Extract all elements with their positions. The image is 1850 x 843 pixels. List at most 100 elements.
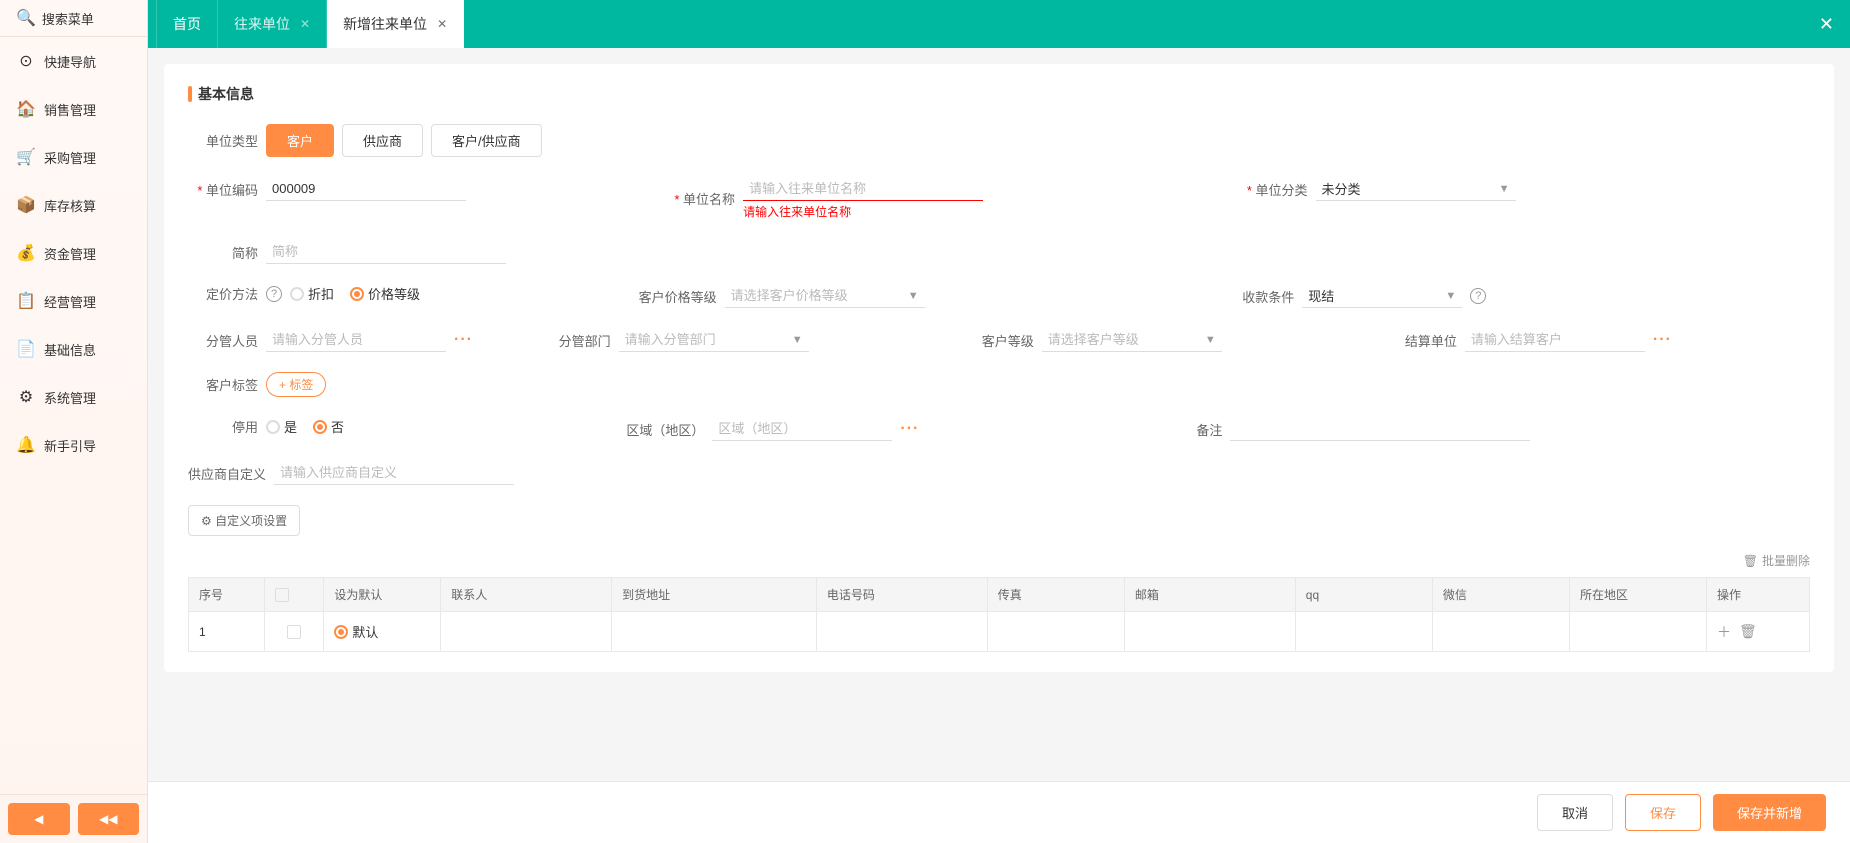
remark-input[interactable]: [1230, 417, 1530, 441]
search-icon: 🔍: [16, 8, 36, 28]
unit-name-input[interactable]: [743, 177, 983, 201]
cell-default: 默认: [324, 612, 441, 652]
disabled-label: 停用: [188, 417, 258, 436]
settlement-unit-input[interactable]: [1465, 328, 1645, 352]
row-default-radio-circle: [334, 625, 348, 639]
cell-qq: [1295, 612, 1432, 652]
manager-label: 分管人员: [188, 331, 258, 350]
unit-category-group: 单位分类 ▼: [1238, 177, 1810, 201]
region-more-btn[interactable]: ···: [900, 420, 919, 438]
supplier-custom-input[interactable]: [274, 461, 514, 485]
payment-terms-help-icon[interactable]: ?: [1470, 288, 1486, 304]
tab-partner-list[interactable]: 往来单位 ✕: [218, 0, 327, 48]
unit-name-label: 单位名称: [665, 189, 735, 208]
short-name-label: 简称: [188, 243, 258, 262]
disabled-radio-no-label: 否: [331, 417, 344, 436]
tab-partner-list-label: 往来单位: [234, 14, 290, 34]
close-window-btn[interactable]: ✕: [1811, 10, 1842, 39]
settlement-unit-more-btn[interactable]: ···: [1653, 331, 1672, 349]
table-row: 1 默认: [189, 612, 1810, 652]
cell-fax-input[interactable]: [998, 620, 1058, 643]
custom-settings-button[interactable]: ⚙ 自定义项设置: [188, 505, 300, 536]
tab-new-partner-close[interactable]: ✕: [437, 17, 447, 31]
disabled-radio-yes-circle: [266, 420, 280, 434]
manager-input[interactable]: [266, 328, 446, 352]
home-icon: ⊙: [16, 51, 36, 71]
unit-code-input[interactable]: [266, 177, 466, 201]
settlement-unit-label: 结算单位: [1387, 331, 1457, 350]
manager-group: 分管人员 ···: [188, 328, 541, 352]
remark-group: 备注: [1152, 417, 1810, 441]
region-input[interactable]: [712, 417, 892, 441]
customer-price-level-input[interactable]: [725, 284, 925, 308]
tab-home-label: 首页: [173, 14, 201, 34]
payment-terms-wrapper: ▼: [1302, 284, 1462, 308]
sidebar-collapse-btn[interactable]: ◀: [8, 803, 70, 835]
cell-address-input[interactable]: [622, 620, 722, 643]
sidebar-item-quick-nav[interactable]: ⊙ 快捷导航: [0, 37, 147, 85]
short-name-input[interactable]: [266, 240, 506, 264]
cell-email-input[interactable]: [1135, 620, 1215, 643]
row-default-radio: 默认: [334, 622, 430, 641]
pricing-method-group: 定价方法 ? 折扣 价格等级: [188, 284, 639, 303]
pricing-radio-discount[interactable]: 折扣: [290, 284, 334, 303]
sidebar-item-label: 采购管理: [44, 148, 96, 167]
sidebar-item-inventory[interactable]: 📦 库存核算: [0, 181, 147, 229]
sidebar-item-system[interactable]: ⚙ 系统管理: [0, 373, 147, 421]
add-tag-button[interactable]: + 标签: [266, 372, 326, 397]
sidebar-item-finance[interactable]: 💰 资金管理: [0, 229, 147, 277]
cell-phone-input[interactable]: [827, 620, 907, 643]
row-checkbox[interactable]: [287, 625, 301, 639]
sidebar-item-basic-info[interactable]: 📄 基础信息: [0, 325, 147, 373]
disabled-radio-yes[interactable]: 是: [266, 417, 297, 436]
unit-btn-supplier[interactable]: 供应商: [342, 124, 423, 157]
pricing-help-icon[interactable]: ?: [266, 286, 282, 302]
dept-input[interactable]: [619, 328, 809, 352]
save-new-button[interactable]: 保存并新增: [1713, 794, 1826, 831]
unit-category-input[interactable]: [1316, 177, 1516, 201]
manager-more-btn[interactable]: ···: [454, 331, 473, 349]
unit-name-error: 请输入往来单位名称: [743, 203, 983, 220]
unit-btn-customer[interactable]: 客户: [266, 124, 334, 157]
sidebar-item-search[interactable]: 🔍 搜索菜单: [0, 0, 147, 37]
batch-delete-label[interactable]: 批量删除: [1762, 552, 1810, 569]
contacts-table: 序号 设为默认 联系人 到货地址 电话号码 传真 邮箱 qq 微信 所在地区 操…: [188, 577, 1810, 652]
pricing-row: 定价方法 ? 折扣 价格等级 客户价格等级: [188, 284, 1810, 308]
tab-partner-list-close[interactable]: ✕: [300, 17, 310, 31]
cell-region-input[interactable]: [1580, 620, 1640, 643]
customer-level-group: 客户等级 ▼: [964, 328, 1387, 352]
supplier-custom-row: 供应商自定义: [188, 461, 1810, 485]
th-qq: qq: [1295, 578, 1432, 612]
sidebar-item-sales[interactable]: 🏠 销售管理: [0, 85, 147, 133]
th-address: 到货地址: [612, 578, 817, 612]
tab-new-partner[interactable]: 新增往来单位 ✕: [327, 0, 464, 48]
sidebar-item-operations[interactable]: 📋 经营管理: [0, 277, 147, 325]
unit-btn-both[interactable]: 客户/供应商: [431, 124, 542, 157]
tab-home[interactable]: 首页: [156, 0, 218, 48]
sidebar-collapse-all-btn[interactable]: ◀◀: [78, 803, 140, 835]
sidebar-item-label: 销售管理: [44, 100, 96, 119]
sidebar-item-purchase[interactable]: 🛒 采购管理: [0, 133, 147, 181]
cancel-button[interactable]: 取消: [1537, 794, 1613, 831]
pricing-radio-level[interactable]: 价格等级: [350, 284, 420, 303]
unit-category-label: 单位分类: [1238, 180, 1308, 199]
payment-terms-input[interactable]: [1302, 284, 1462, 308]
save-button[interactable]: 保存: [1625, 794, 1701, 831]
row-default-radio-option[interactable]: 默认: [334, 622, 378, 641]
sidebar-item-label: 系统管理: [44, 388, 96, 407]
cell-fax: [987, 612, 1124, 652]
cell-wechat-input[interactable]: [1443, 620, 1503, 643]
row-delete-icon[interactable]: 🗑: [1739, 623, 1757, 640]
sidebar-item-beginner[interactable]: 🔔 新手引导: [0, 421, 147, 469]
table-header-row: 序号 设为默认 联系人 到货地址 电话号码 传真 邮箱 qq 微信 所在地区 操…: [189, 578, 1810, 612]
pricing-radio-level-circle: [350, 287, 364, 301]
customer-level-input[interactable]: [1042, 328, 1222, 352]
customer-price-level-wrapper: ▼: [725, 284, 925, 308]
disabled-radio-no[interactable]: 否: [313, 417, 344, 436]
row-add-icon[interactable]: ＋: [1717, 622, 1731, 642]
select-all-checkbox[interactable]: [275, 588, 289, 602]
sidebar-item-label: 库存核算: [44, 196, 96, 215]
cell-qq-input[interactable]: [1306, 620, 1366, 643]
sidebar: 🔍 搜索菜单 ⊙ 快捷导航 🏠 销售管理 🛒 采购管理 📦 库存核算 💰 资金管…: [0, 0, 148, 843]
cell-contact-input[interactable]: [451, 620, 531, 643]
